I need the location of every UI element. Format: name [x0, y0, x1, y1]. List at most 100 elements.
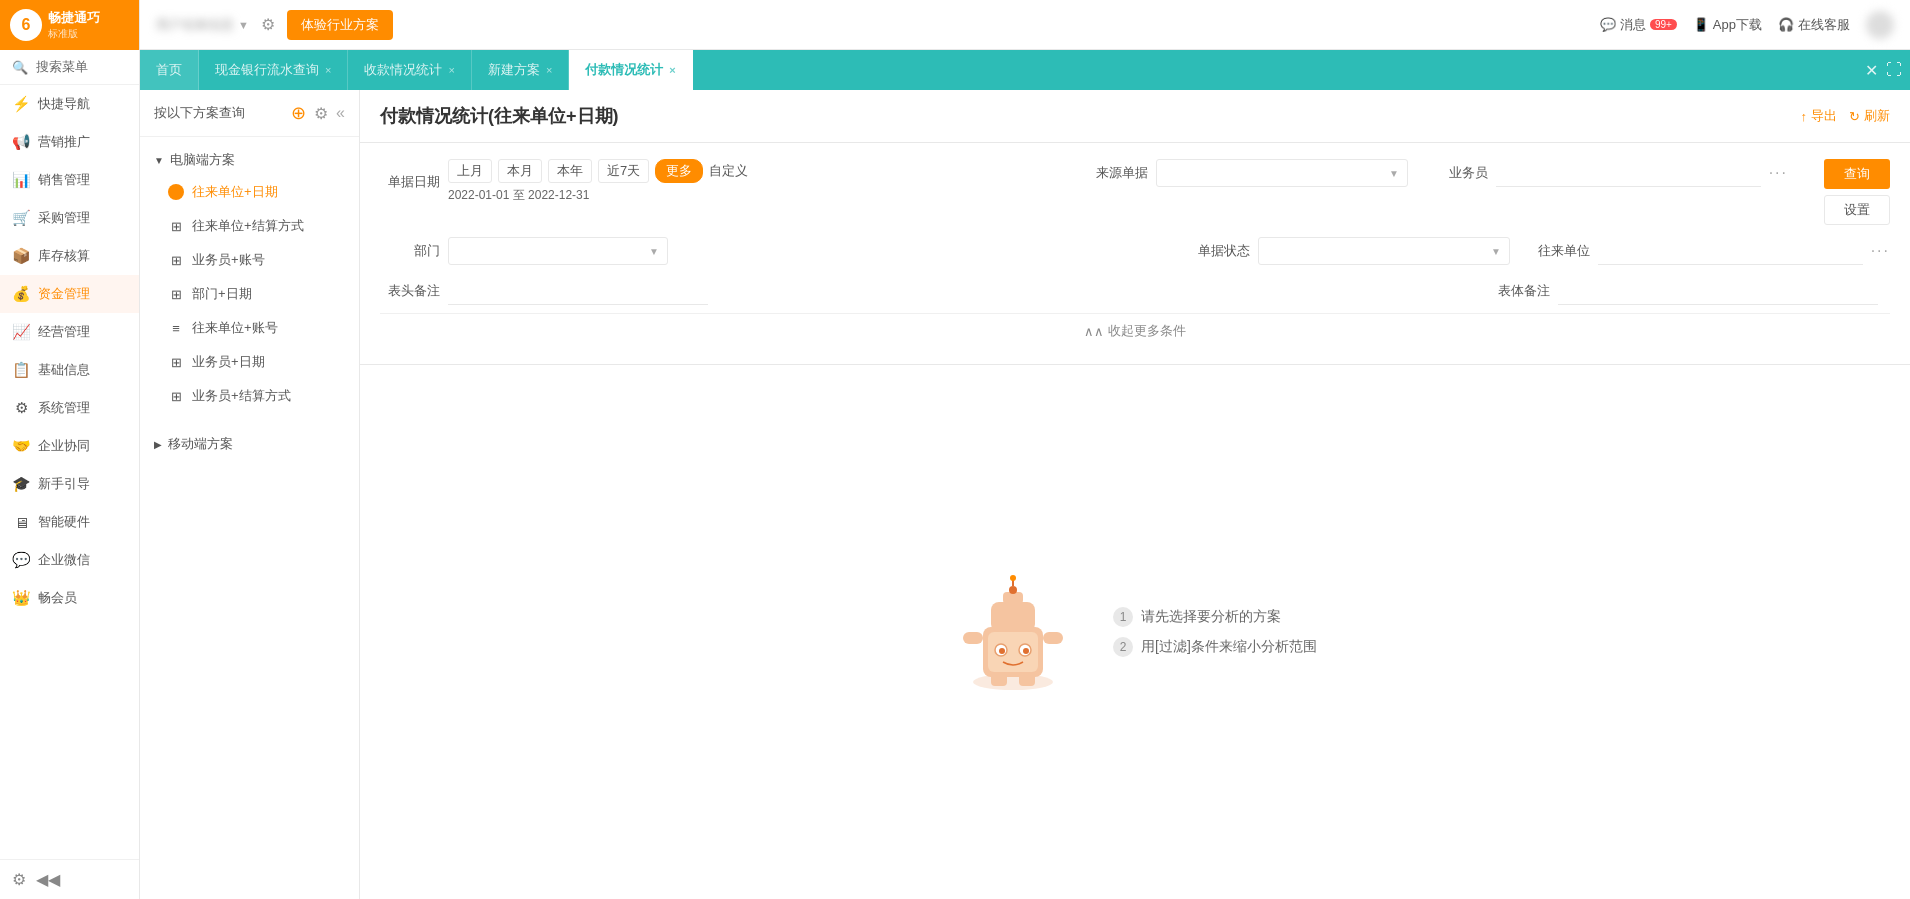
date-more-btn[interactable]: 更多 — [655, 159, 703, 183]
tab-receipt-stats-close[interactable]: × — [448, 64, 454, 76]
user-avatar[interactable] — [1866, 11, 1894, 39]
empty-tip-2: 2 用[过滤]条件来缩小分析范围 — [1113, 637, 1317, 657]
trial-btn[interactable]: 体验行业方案 — [287, 10, 393, 40]
app-download-action[interactable]: 📱 App下载 — [1693, 16, 1762, 34]
date-this-month-btn[interactable]: 本月 — [498, 159, 542, 183]
search-menu[interactable]: 🔍 搜索菜单 — [0, 50, 139, 85]
date-last7-btn[interactable]: 近7天 — [598, 159, 649, 183]
tab-bank-flow-label: 现金银行流水查询 — [215, 61, 319, 79]
scheme-item-staff-account[interactable]: ⊞ 业务员+账号 — [140, 243, 359, 277]
svg-rect-14 — [991, 672, 1007, 686]
partner-dots-btn[interactable]: ··· — [1871, 242, 1890, 260]
sidebar-item-capital[interactable]: 💰 资金管理 — [0, 275, 139, 313]
collapse-btn[interactable]: ∧∧ 收起更多条件 — [1084, 322, 1186, 340]
tab-new-scheme-close[interactable]: × — [546, 64, 552, 76]
close-all-tabs-icon[interactable]: ✕ — [1865, 61, 1878, 80]
headphone-icon: 🎧 — [1778, 17, 1794, 32]
sidebar-item-inventory[interactable]: 📦 库存核算 — [0, 237, 139, 275]
header-note-input[interactable] — [448, 277, 708, 305]
tab-payment-stats-close[interactable]: × — [669, 64, 675, 76]
export-btn[interactable]: ↑ 导出 — [1801, 107, 1838, 125]
salesman-dots-btn[interactable]: ··· — [1769, 164, 1788, 182]
app-name: 畅捷通巧 — [48, 9, 100, 27]
settings-btn[interactable]: 设置 — [1824, 195, 1890, 225]
source-bill-select[interactable]: ▼ — [1156, 159, 1408, 187]
desktop-section-header[interactable]: ▼ 电脑端方案 — [140, 145, 359, 175]
sidebar-item-system[interactable]: ⚙ 系统管理 — [0, 389, 139, 427]
user-area: 用户名称信息 ▼ — [156, 16, 249, 34]
sidebar-item-label: 经营管理 — [38, 323, 90, 341]
tab-new-scheme-label: 新建方案 — [488, 61, 540, 79]
sidebar-item-label: 企业协同 — [38, 437, 90, 455]
mobile-scheme-section: ▶ 移动端方案 — [140, 421, 359, 467]
tip-num-1: 1 — [1113, 607, 1133, 627]
dept-select[interactable]: ▼ — [448, 237, 668, 265]
settings-bottom-icon[interactable]: ⚙ — [12, 870, 26, 889]
tab-bank-flow-close[interactable]: × — [325, 64, 331, 76]
sidebar-item-marketing[interactable]: 📢 营销推广 — [0, 123, 139, 161]
sidebar-item-wechat[interactable]: 💬 企业微信 — [0, 541, 139, 579]
header-settings-icon[interactable]: ⚙ — [261, 15, 275, 34]
scheme-item-dept-date[interactable]: ⊞ 部门+日期 — [140, 277, 359, 311]
add-scheme-icon[interactable]: ⊕ — [291, 102, 306, 124]
header-actions: 💬 消息 99+ 📱 App下载 🎧 在线客服 — [1600, 11, 1894, 39]
empty-state: 1 请先选择要分析的方案 2 用[过滤]条件来缩小分析范围 — [953, 572, 1317, 692]
operations-icon: 📈 — [12, 323, 30, 341]
sidebar-item-hardware[interactable]: 🖥 智能硬件 — [0, 503, 139, 541]
collapse-panel-icon[interactable]: « — [336, 104, 345, 122]
scheme-item-label: 部门+日期 — [192, 285, 252, 303]
sidebar-item-guide[interactable]: 🎓 新手引导 — [0, 465, 139, 503]
desktop-section-label: 电脑端方案 — [170, 151, 235, 169]
scheme-item-label: 业务员+结算方式 — [192, 387, 291, 405]
sidebar-item-enterprise[interactable]: 🤝 企业协同 — [0, 427, 139, 465]
tab-new-scheme[interactable]: 新建方案 × — [472, 50, 569, 90]
tab-bank-flow[interactable]: 现金银行流水查询 × — [199, 50, 348, 90]
scheme-item-unit-date[interactable]: 往来单位+日期 — [140, 175, 359, 209]
export-icon: ↑ — [1801, 109, 1808, 124]
mobile-section-label: 移动端方案 — [168, 435, 233, 453]
user-dropdown-icon[interactable]: ▼ — [238, 19, 249, 31]
bill-status-select[interactable]: ▼ — [1258, 237, 1510, 265]
sidebar-item-quick-nav[interactable]: ⚡ 快捷导航 — [0, 85, 139, 123]
refresh-btn[interactable]: ↻ 刷新 — [1849, 107, 1890, 125]
maximize-icon[interactable]: ⛶ — [1886, 61, 1902, 79]
scheme-item-label: 业务员+日期 — [192, 353, 265, 371]
query-btn[interactable]: 查询 — [1824, 159, 1890, 189]
scheme-icon-circle — [168, 184, 184, 200]
scheme-item-staff-settlement[interactable]: ⊞ 业务员+结算方式 — [140, 379, 359, 413]
tab-receipt-stats[interactable]: 收款情况统计 × — [348, 50, 471, 90]
sidebar-item-purchase[interactable]: 🛒 采购管理 — [0, 199, 139, 237]
tab-home[interactable]: 首页 — [140, 50, 199, 90]
sidebar-item-basic-info[interactable]: 📋 基础信息 — [0, 351, 139, 389]
refresh-label: 刷新 — [1864, 107, 1890, 125]
date-this-year-btn[interactable]: 本年 — [548, 159, 592, 183]
mobile-section-header[interactable]: ▶ 移动端方案 — [140, 429, 359, 459]
wechat-icon: 💬 — [12, 551, 30, 569]
sidebar-item-operations[interactable]: 📈 经营管理 — [0, 313, 139, 351]
empty-tip1-text: 请先选择要分析的方案 — [1141, 608, 1281, 626]
scheme-item-unit-settlement[interactable]: ⊞ 往来单位+结算方式 — [140, 209, 359, 243]
main-area: 用户名称信息 ▼ ⚙ 体验行业方案 💬 消息 99+ 📱 App下载 🎧 在线客… — [140, 0, 1910, 899]
collapse-sidebar-icon[interactable]: ◀◀ — [36, 870, 60, 889]
hardware-icon: 🖥 — [12, 513, 30, 531]
svg-point-6 — [1023, 648, 1029, 654]
vip-icon: 👑 — [12, 589, 30, 607]
scheme-item-unit-account[interactable]: ≡ 往来单位+账号 — [140, 311, 359, 345]
scheme-settings-icon[interactable]: ⚙ — [314, 104, 328, 123]
tab-home-label: 首页 — [156, 61, 182, 79]
sidebar-item-label: 畅会员 — [38, 589, 77, 607]
online-service-action[interactable]: 🎧 在线客服 — [1778, 16, 1850, 34]
svg-point-5 — [999, 648, 1005, 654]
sidebar-item-label: 企业微信 — [38, 551, 90, 569]
messages-action[interactable]: 💬 消息 99+ — [1600, 16, 1677, 34]
date-last-month-btn[interactable]: 上月 — [448, 159, 492, 183]
scheme-icon-bar: ≡ — [168, 320, 184, 336]
tab-payment-stats[interactable]: 付款情况统计 × — [569, 50, 692, 90]
body-note-input[interactable] — [1558, 277, 1878, 305]
sidebar-item-sales[interactable]: 📊 销售管理 — [0, 161, 139, 199]
empty-tip2-text: 用[过滤]条件来缩小分析范围 — [1141, 638, 1317, 656]
date-range-value: 2022-01-01 至 2022-12-31 — [448, 187, 589, 204]
svg-rect-7 — [991, 602, 1035, 632]
scheme-item-staff-date[interactable]: ⊞ 业务员+日期 — [140, 345, 359, 379]
sidebar-item-vip[interactable]: 👑 畅会员 — [0, 579, 139, 617]
